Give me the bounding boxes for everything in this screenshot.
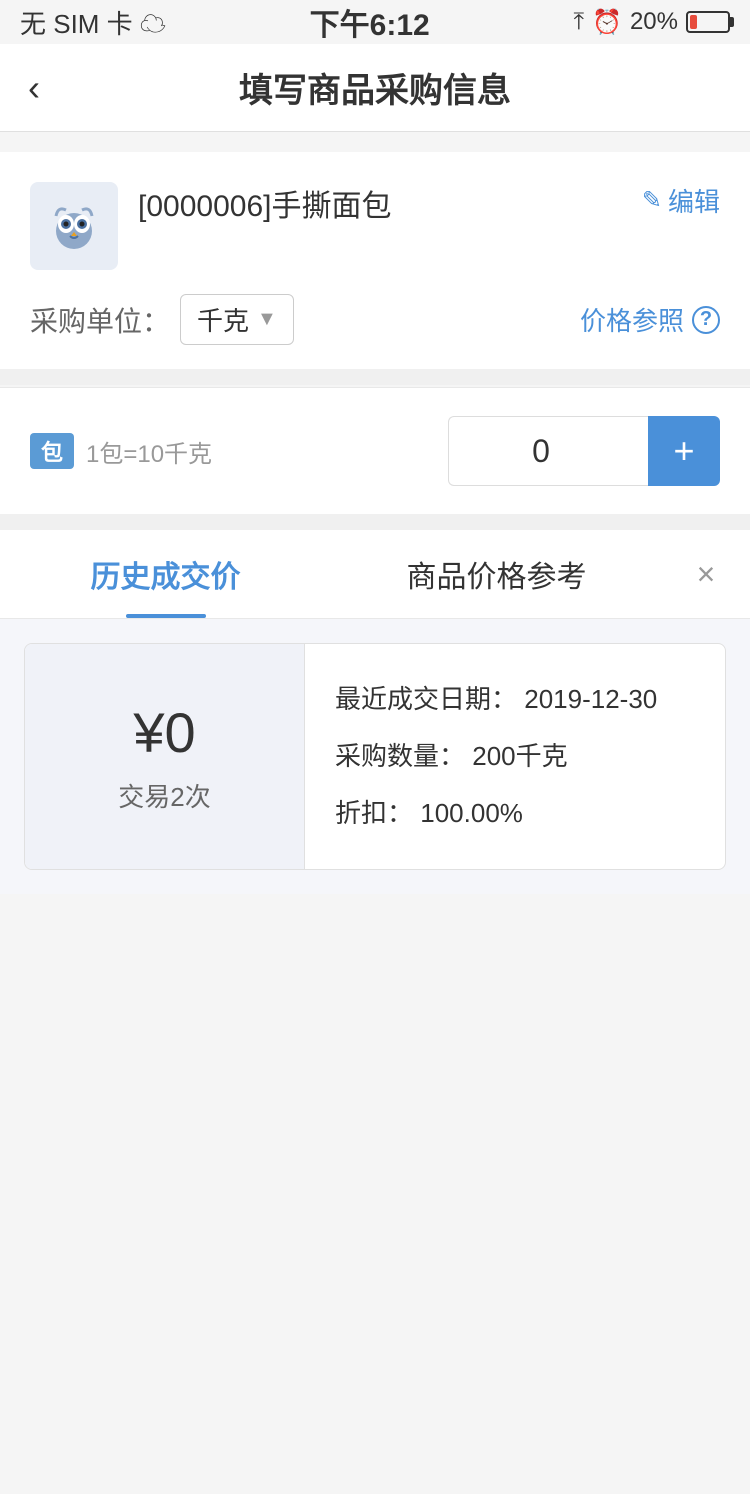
edit-button[interactable]: ✎ 编辑 <box>642 182 720 219</box>
status-bar: 无 SIM 卡 ☁ 下午6:12 ⤒ ⏰ 20% <box>0 0 750 44</box>
owl-icon <box>44 196 104 256</box>
page-title: 填写商品采购信息 <box>239 63 511 112</box>
purchase-qty-value: 200千克 <box>472 741 567 771</box>
status-right: ⤒ ⏰ 20% <box>573 8 730 37</box>
help-icon: ? <box>692 306 720 334</box>
package-label: 包 <box>41 435 63 467</box>
history-trades-count: 交易2次 <box>118 777 210 814</box>
product-name: [0000006]手撕面包 <box>138 186 391 228</box>
battery-percent: 20% <box>630 8 678 36</box>
unit-select[interactable]: 千克 ▼ <box>180 294 294 345</box>
alarm-icon: ⏰ <box>592 8 622 37</box>
recent-date-label: 最近成交日期： <box>335 684 517 714</box>
tab-history-label: 历史成交价 <box>91 552 241 596</box>
tab-history-price[interactable]: 历史成交价 <box>0 530 331 618</box>
tabs-container: 历史成交价 商品价格参考 × <box>0 530 750 619</box>
back-button[interactable]: ‹ <box>28 67 40 109</box>
quantity-section: 包 1包=10千克 + <box>0 387 750 514</box>
history-price-value: ¥0 <box>133 699 195 766</box>
dropdown-arrow-icon: ▼ <box>257 308 277 331</box>
product-unit-row: 采购单位： 千克 ▼ 价格参照 ? <box>30 294 720 345</box>
discount-label: 折扣： <box>335 798 413 828</box>
recent-date-value: 2019-12-30 <box>524 684 657 714</box>
product-icon <box>30 182 118 270</box>
unit-value: 千克 <box>197 301 249 338</box>
discount-row: 折扣： 100.00% <box>335 794 695 833</box>
nav-bar: ‹ 填写商品采购信息 <box>0 44 750 132</box>
sim-status: 无 SIM 卡 ☁ <box>20 4 166 41</box>
history-content: ¥0 交易2次 最近成交日期： 2019-12-30 采购数量： 200千克 折… <box>0 619 750 894</box>
product-header: [0000006]手撕面包 ✎ 编辑 <box>30 182 720 270</box>
nav-icon: ⤒ <box>573 8 584 36</box>
edit-icon: ✎ <box>642 186 662 215</box>
purchase-qty-row: 采购数量： 200千克 <box>335 737 695 776</box>
history-price-panel: ¥0 交易2次 <box>25 644 305 869</box>
tab-active-underline <box>126 614 206 618</box>
recent-date-row: 最近成交日期： 2019-12-30 <box>335 680 695 719</box>
purchase-qty-label: 采购数量： <box>335 741 465 771</box>
tab-section-divider <box>0 514 750 530</box>
unit-label: 采购单位： <box>30 300 170 340</box>
status-left: 无 SIM 卡 ☁ <box>20 4 166 41</box>
edit-label: 编辑 <box>668 182 720 219</box>
price-ref-label: 价格参照 <box>580 301 684 338</box>
tab-price-ref-label: 商品价格参考 <box>407 552 587 596</box>
history-details-panel: 最近成交日期： 2019-12-30 采购数量： 200千克 折扣： 100.0… <box>305 644 725 869</box>
tab-close-button[interactable]: × <box>662 530 750 618</box>
battery-indicator <box>686 11 730 33</box>
price-reference-button[interactable]: 价格参照 ? <box>580 301 720 338</box>
package-description: 1包=10千克 <box>86 434 212 469</box>
status-time: 下午6:12 <box>310 0 430 44</box>
tab-price-reference[interactable]: 商品价格参考 <box>331 530 662 618</box>
section-divider <box>0 369 750 385</box>
bottom-space <box>0 894 750 1494</box>
quantity-plus-button[interactable]: + <box>648 416 720 486</box>
quantity-input-group: + <box>448 416 720 486</box>
package-icon: 包 <box>30 433 74 469</box>
quantity-label: 包 1包=10千克 <box>30 433 212 469</box>
product-left: [0000006]手撕面包 <box>30 182 391 270</box>
history-card: ¥0 交易2次 最近成交日期： 2019-12-30 采购数量： 200千克 折… <box>24 643 726 870</box>
quantity-input[interactable] <box>448 416 648 486</box>
discount-value: 100.00% <box>420 798 523 828</box>
product-card: [0000006]手撕面包 ✎ 编辑 采购单位： 千克 ▼ 价格参照 ? <box>0 152 750 369</box>
